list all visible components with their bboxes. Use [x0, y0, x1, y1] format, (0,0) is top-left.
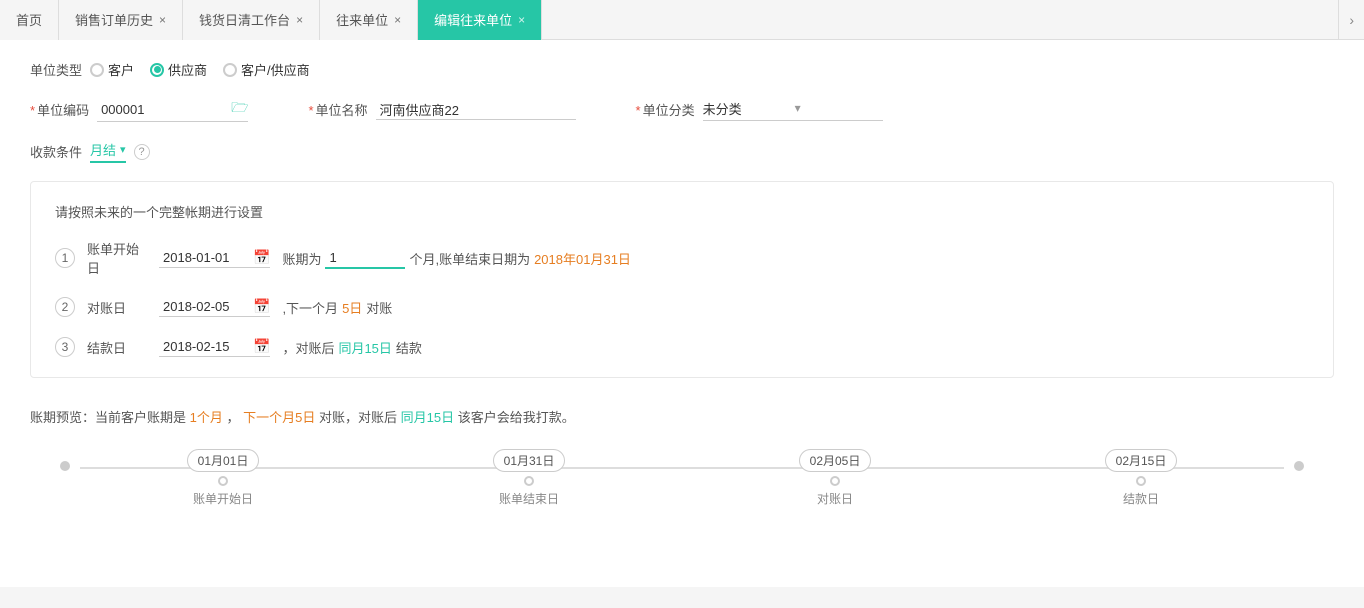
close-sales-history[interactable]: ×: [159, 13, 166, 27]
timeline-sublabel-4: 结款日: [1123, 490, 1159, 507]
unit-code-label: *单位编码: [30, 100, 89, 119]
radio-customer-circle: [90, 63, 104, 77]
timeline-dot-3: [830, 476, 840, 486]
radio-customer-supplier-label: 客户/供应商: [241, 60, 310, 79]
period-row-2: 2 对账日 📅 ,下一个月5日对账: [55, 297, 1309, 317]
period-row-1-date[interactable]: [159, 248, 249, 267]
payment-terms-label: 收款条件: [30, 142, 82, 161]
payment-terms-arrow: ▾: [120, 143, 126, 156]
period-row-3: 3 结款日 📅 ，对账后 同月15日 结款: [55, 337, 1309, 357]
tab-bar: 首页 销售订单历史 × 钱货日清工作台 × 往来单位 × 编辑往来单位 × ›: [0, 0, 1364, 40]
preview-text: 账期预览：当前客户账期是 1个月 ， 下一个月5日 对账，对账后 同月15日 该…: [30, 394, 1334, 449]
radio-customer-supplier-circle: [223, 63, 237, 77]
period-row-1-label: 账单开始日: [87, 239, 147, 277]
period-months-input[interactable]: [325, 248, 405, 269]
unit-type-label: 单位类型: [30, 60, 82, 79]
unit-category-group: *单位分类 未分类 ▾: [636, 99, 883, 121]
unit-type-row: 单位类型 客户 供应商 客户/供应商: [30, 60, 1334, 79]
period-row-1-num: 1: [55, 248, 75, 268]
timeline-start-dot: [60, 461, 70, 471]
timeline-sublabel-1: 账单开始日: [193, 490, 253, 507]
tab-cash-work[interactable]: 钱货日清工作台 ×: [183, 0, 320, 40]
timeline-label-4: 02月15日: [1105, 449, 1178, 472]
period-row-3-date[interactable]: [159, 337, 249, 356]
period-row-1-highlight-date: 2018年01月31日: [534, 249, 631, 268]
unit-category-value: 未分类: [703, 99, 791, 118]
timeline-label-1: 01月01日: [187, 449, 260, 472]
close-partner-unit[interactable]: ×: [394, 13, 401, 27]
unit-name-input[interactable]: [376, 100, 576, 120]
period-row-2-num: 2: [55, 297, 75, 317]
radio-customer[interactable]: 客户: [90, 60, 134, 79]
radio-customer-supplier[interactable]: 客户/供应商: [223, 60, 310, 79]
unit-code-icon[interactable]: 🗁: [231, 97, 248, 121]
timeline-point-1: 01月01日 账单开始日: [70, 449, 376, 507]
preview-part3: 同月15日: [401, 410, 454, 425]
payment-terms-select[interactable]: 月结 ▾: [90, 140, 126, 163]
period-row-3-date-wrapper: 📅: [159, 337, 270, 357]
timeline-end-dot: [1294, 461, 1304, 471]
unit-name-group: *单位名称: [308, 100, 575, 120]
payment-terms-row: 收款条件 月结 ▾ ?: [30, 140, 1334, 163]
period-row-1: 1 账单开始日 📅 账期为 个月,账单结束日期为 2018年01月31日: [55, 239, 1309, 277]
timeline-point-3: 02月05日 对账日: [682, 449, 988, 507]
period-row-2-date[interactable]: [159, 297, 249, 316]
period-row-3-highlight-day: 同月15日: [338, 338, 391, 357]
period-row-3-num: 3: [55, 337, 75, 357]
timeline: 01月01日 账单开始日 01月31日 账单结束日 02月05日 对账日 02月…: [30, 449, 1334, 567]
unit-name-label: *单位名称: [308, 100, 367, 119]
close-cash-work[interactable]: ×: [296, 13, 303, 27]
period-row-1-date-wrapper: 📅: [159, 248, 270, 268]
period-row-2-desc: ,下一个月5日对账: [282, 298, 392, 317]
radio-supplier-label: 供应商: [168, 60, 207, 79]
period-row-3-cal[interactable]: 📅: [253, 338, 270, 355]
unit-type-radios: 客户 供应商 客户/供应商: [90, 60, 310, 79]
payment-terms-group: 收款条件 月结 ▾ ?: [30, 140, 150, 163]
timeline-sublabel-2: 账单结束日: [499, 490, 559, 507]
tab-overflow-arrow[interactable]: ›: [1338, 0, 1364, 40]
payment-terms-value: 月结: [90, 140, 116, 159]
tab-sales-history[interactable]: 销售订单历史 ×: [59, 0, 183, 40]
period-row-2-cal[interactable]: 📅: [253, 298, 270, 315]
radio-customer-label: 客户: [108, 60, 134, 79]
payment-terms-help[interactable]: ?: [134, 144, 150, 160]
period-setup-box: 请按照未来的一个完整帐期进行设置 1 账单开始日 📅 账期为 个月,账单结束日期…: [30, 181, 1334, 378]
timeline-dot-4: [1136, 476, 1146, 486]
timeline-points: 01月01日 账单开始日 01月31日 账单结束日 02月05日 对账日 02月…: [70, 449, 1294, 507]
unit-type-group: 单位类型 客户 供应商 客户/供应商: [30, 60, 310, 79]
period-row-3-desc: ，对账后 同月15日 结款: [282, 338, 422, 357]
unit-code-input-wrapper: 🗁: [97, 97, 248, 122]
period-row-2-label: 对账日: [87, 298, 147, 317]
close-edit-partner[interactable]: ×: [518, 13, 525, 27]
period-row-1-desc: 账期为 个月,账单结束日期为 2018年01月31日: [282, 248, 630, 269]
period-title: 请按照未来的一个完整帐期进行设置: [55, 202, 1309, 221]
timeline-point-2: 01月31日 账单结束日: [376, 449, 682, 507]
unit-code-group: *单位编码 🗁: [30, 97, 248, 122]
tab-home[interactable]: 首页: [0, 0, 59, 40]
timeline-sublabel-3: 对账日: [817, 490, 853, 507]
unit-code-input[interactable]: [97, 100, 227, 119]
unit-category-dropdown[interactable]: 未分类 ▾: [703, 99, 883, 121]
unit-info-row: *单位编码 🗁 *单位名称 *单位分类 未分类 ▾: [30, 97, 1334, 122]
preview-part2: 下一个月5日: [243, 410, 315, 425]
unit-category-arrow: ▾: [795, 101, 883, 115]
timeline-label-2: 01月31日: [493, 449, 566, 472]
timeline-point-4: 02月15日 结款日: [988, 449, 1294, 507]
timeline-dot-1: [218, 476, 228, 486]
preview-part1: 1个月: [190, 410, 223, 425]
radio-supplier[interactable]: 供应商: [150, 60, 207, 79]
tab-partner-unit[interactable]: 往来单位 ×: [320, 0, 418, 40]
tab-edit-partner[interactable]: 编辑往来单位 ×: [418, 0, 542, 40]
period-row-2-date-wrapper: 📅: [159, 297, 270, 317]
period-row-3-label: 结款日: [87, 338, 147, 357]
timeline-label-3: 02月05日: [799, 449, 872, 472]
timeline-dot-2: [524, 476, 534, 486]
period-row-2-highlight-day: 5日: [342, 298, 362, 317]
period-row-1-cal[interactable]: 📅: [253, 249, 270, 266]
main-content: 单位类型 客户 供应商 客户/供应商 *单位编码: [0, 40, 1364, 587]
unit-category-label: *单位分类: [636, 100, 695, 119]
radio-supplier-circle: [150, 63, 164, 77]
